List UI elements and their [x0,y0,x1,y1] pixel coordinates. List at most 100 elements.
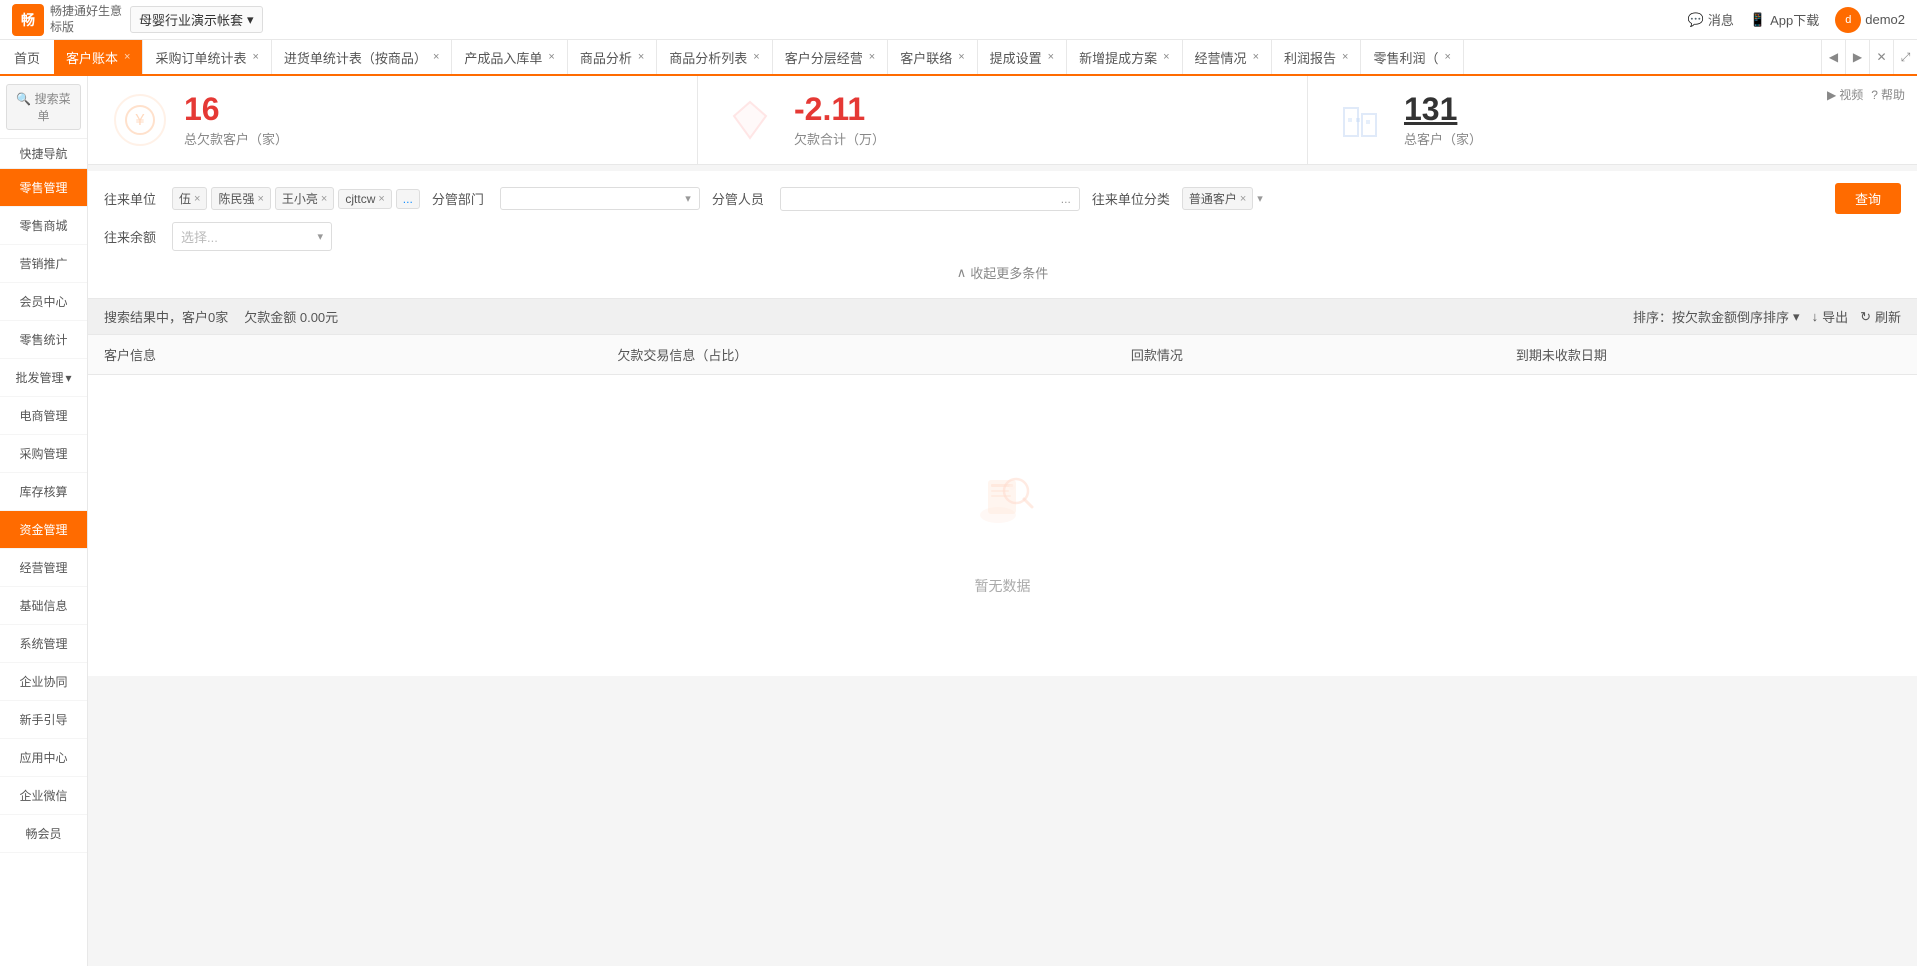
export-button[interactable]: ↓ 导出 [1812,307,1849,326]
stat-card-customers: ¥ 16 总欠款客户（家） [88,76,698,164]
tab-customer-ledger[interactable]: 客户账本 × [54,40,143,74]
tag-wang-close[interactable]: × [321,193,327,205]
nav-close-all[interactable]: ✕ [1869,40,1893,75]
close-icon[interactable]: × [1444,51,1450,63]
home-label: 首页 [14,48,40,67]
nav-arrows: ◀ ▶ ✕ ⤢ [1821,40,1917,74]
person-select[interactable]: ... [780,187,1080,211]
table-header: 客户信息 欠款交易信息（占比） 回款情况 到期未收款日期 [88,335,1917,375]
sidebar-item-retail-shop[interactable]: 零售商城 [0,207,87,245]
tag-more[interactable]: ... [396,189,420,209]
sidebar-item-inventory[interactable]: 库存核算 [0,473,87,511]
tag-normal-close[interactable]: × [1240,193,1246,205]
sidebar-item-basic-info[interactable]: 基础信息 [0,587,87,625]
sidebar-item-enterprise[interactable]: 企业协同 [0,663,87,701]
sidebar-item-app-center[interactable]: 应用中心 [0,739,87,777]
chevron-up-icon: ∧ [957,265,967,281]
sidebar-item-retail-stats[interactable]: 零售统计 [0,321,87,359]
stat-card-total: ▶ 视频 ? 帮助 131 总客户（家） [1308,76,1917,164]
stat-value-amount: -2.11 [794,93,1283,125]
user-avatar-area[interactable]: d demo2 [1835,7,1905,33]
sort-selector[interactable]: 排序：按欠款金额倒序排序 ▾ [1633,307,1800,326]
sidebar-item-retail[interactable]: 零售管理 [0,169,87,207]
close-icon[interactable]: × [1163,51,1169,63]
sidebar-item-member2[interactable]: 畅会员 [0,815,87,853]
tab-home[interactable]: 首页 [0,40,54,74]
tag-cjttcw: cjttcw × [338,189,391,209]
help-button[interactable]: ? 帮助 [1871,86,1905,103]
sidebar-item-system[interactable]: 系统管理 [0,625,87,663]
tag-wu-close[interactable]: × [194,193,200,205]
close-icon[interactable]: × [252,51,258,63]
sidebar-item-marketing[interactable]: 营销推广 [0,245,87,283]
unit-filter-label: 往来单位 [104,189,160,208]
user-name: demo2 [1865,12,1905,27]
close-icon[interactable]: × [1253,51,1259,63]
unit-type-chevron[interactable]: ▾ [1257,192,1263,205]
nav-next-arrow[interactable]: ▶ [1845,40,1869,75]
dept-select[interactable]: ▾ [500,187,700,210]
tag-chen: 陈民强 × [211,187,270,210]
close-icon[interactable]: × [1342,51,1348,63]
app-download-button[interactable]: 📱 App下载 [1750,10,1819,29]
store-selector[interactable]: 母婴行业演示帐套 ▾ [130,6,263,33]
sidebar-item-wholesale[interactable]: 批发管理 ▾ [0,359,87,397]
close-icon[interactable]: × [548,51,554,63]
close-icon[interactable]: × [958,51,964,63]
play-icon: ▶ [1827,88,1836,102]
main-layout: 🔍 搜索菜单 快捷导航 零售管理 零售商城 营销推广 会员中心 零售统计 批发管… [0,76,1917,966]
stat-value-customers: 16 [184,93,673,125]
tag-chen-close[interactable]: × [257,193,263,205]
tab-inbound-stats[interactable]: 进货单统计表（按商品） × [272,40,452,74]
close-icon[interactable]: × [433,51,439,63]
sidebar-item-purchase[interactable]: 采购管理 [0,435,87,473]
sidebar-item-ecommerce[interactable]: 电商管理 [0,397,87,435]
sidebar-quick-nav[interactable]: 快捷导航 [0,139,87,169]
close-icon[interactable]: × [638,51,644,63]
sidebar-item-member[interactable]: 会员中心 [0,283,87,321]
tab-product-analysis-list[interactable]: 商品分析列表 × [657,40,772,74]
close-icon[interactable]: × [1048,51,1054,63]
stat-icon-money: ¥ [112,92,168,148]
tab-purchase-order-stats[interactable]: 采购订单统计表 × [143,40,271,74]
close-icon[interactable]: × [869,51,875,63]
video-button[interactable]: ▶ 视频 [1827,86,1863,103]
question-icon: ? [1871,88,1878,102]
tab-customer-tier[interactable]: 客户分层经营 × [773,40,888,74]
search-icon: 🔍 [16,92,31,106]
logo-icon: 畅 [12,4,44,36]
tab-operations[interactable]: 经营情况 × [1183,40,1272,74]
close-icon[interactable]: × [124,51,130,63]
balance-filter-label: 往来余额 [104,227,160,246]
tab-retail-profit[interactable]: 零售利润（ × [1361,40,1463,74]
chevron-down-icon: ▾ [685,192,691,205]
tab-new-commission[interactable]: 新增提成方案 × [1067,40,1182,74]
tab-profit-report[interactable]: 利润报告 × [1272,40,1361,74]
collapse-button[interactable]: ∧ 收起更多条件 [949,259,1057,286]
result-bar: 搜索结果中，客户0家 欠款金额 0.00元 排序：按欠款金额倒序排序 ▾ ↓ 导… [88,299,1917,335]
close-icon[interactable]: × [753,51,759,63]
query-button[interactable]: 查询 [1835,183,1901,214]
unit-tags: 伍 × 陈民强 × 王小亮 × cjttcw × [172,187,420,210]
messages-button[interactable]: 💬 消息 [1688,10,1734,29]
tab-production[interactable]: 产成品入库单 × [452,40,567,74]
avatar: d [1835,7,1861,33]
nav-expand[interactable]: ⤢ [1893,40,1917,75]
sidebar-search-button[interactable]: 🔍 搜索菜单 [6,84,81,130]
logo-text: 畅捷通好生意 标版 [50,4,122,35]
sidebar-item-wechat[interactable]: 企业微信 [0,777,87,815]
refresh-button[interactable]: ↻ 刷新 [1860,307,1901,326]
stats-row: ¥ 16 总欠款客户（家） -2.11 欠款合计（万） [88,76,1917,165]
stat-label-total: 总客户（家） [1404,129,1893,148]
tag-cjttcw-close[interactable]: × [378,193,384,205]
sidebar-item-operations[interactable]: 经营管理 [0,549,87,587]
sidebar-item-finance[interactable]: 资金管理 [0,511,87,549]
empty-state: 暂无数据 [88,375,1917,676]
tab-commission-settings[interactable]: 提成设置 × [978,40,1067,74]
nav-prev-arrow[interactable]: ◀ [1821,40,1845,75]
sidebar-item-beginner[interactable]: 新手引导 [0,701,87,739]
tab-product-analysis[interactable]: 商品分析 × [568,40,657,74]
tab-customer-contact[interactable]: 客户联络 × [888,40,977,74]
export-icon: ↓ [1812,309,1819,324]
balance-select[interactable]: 选择... ▾ [172,222,332,251]
